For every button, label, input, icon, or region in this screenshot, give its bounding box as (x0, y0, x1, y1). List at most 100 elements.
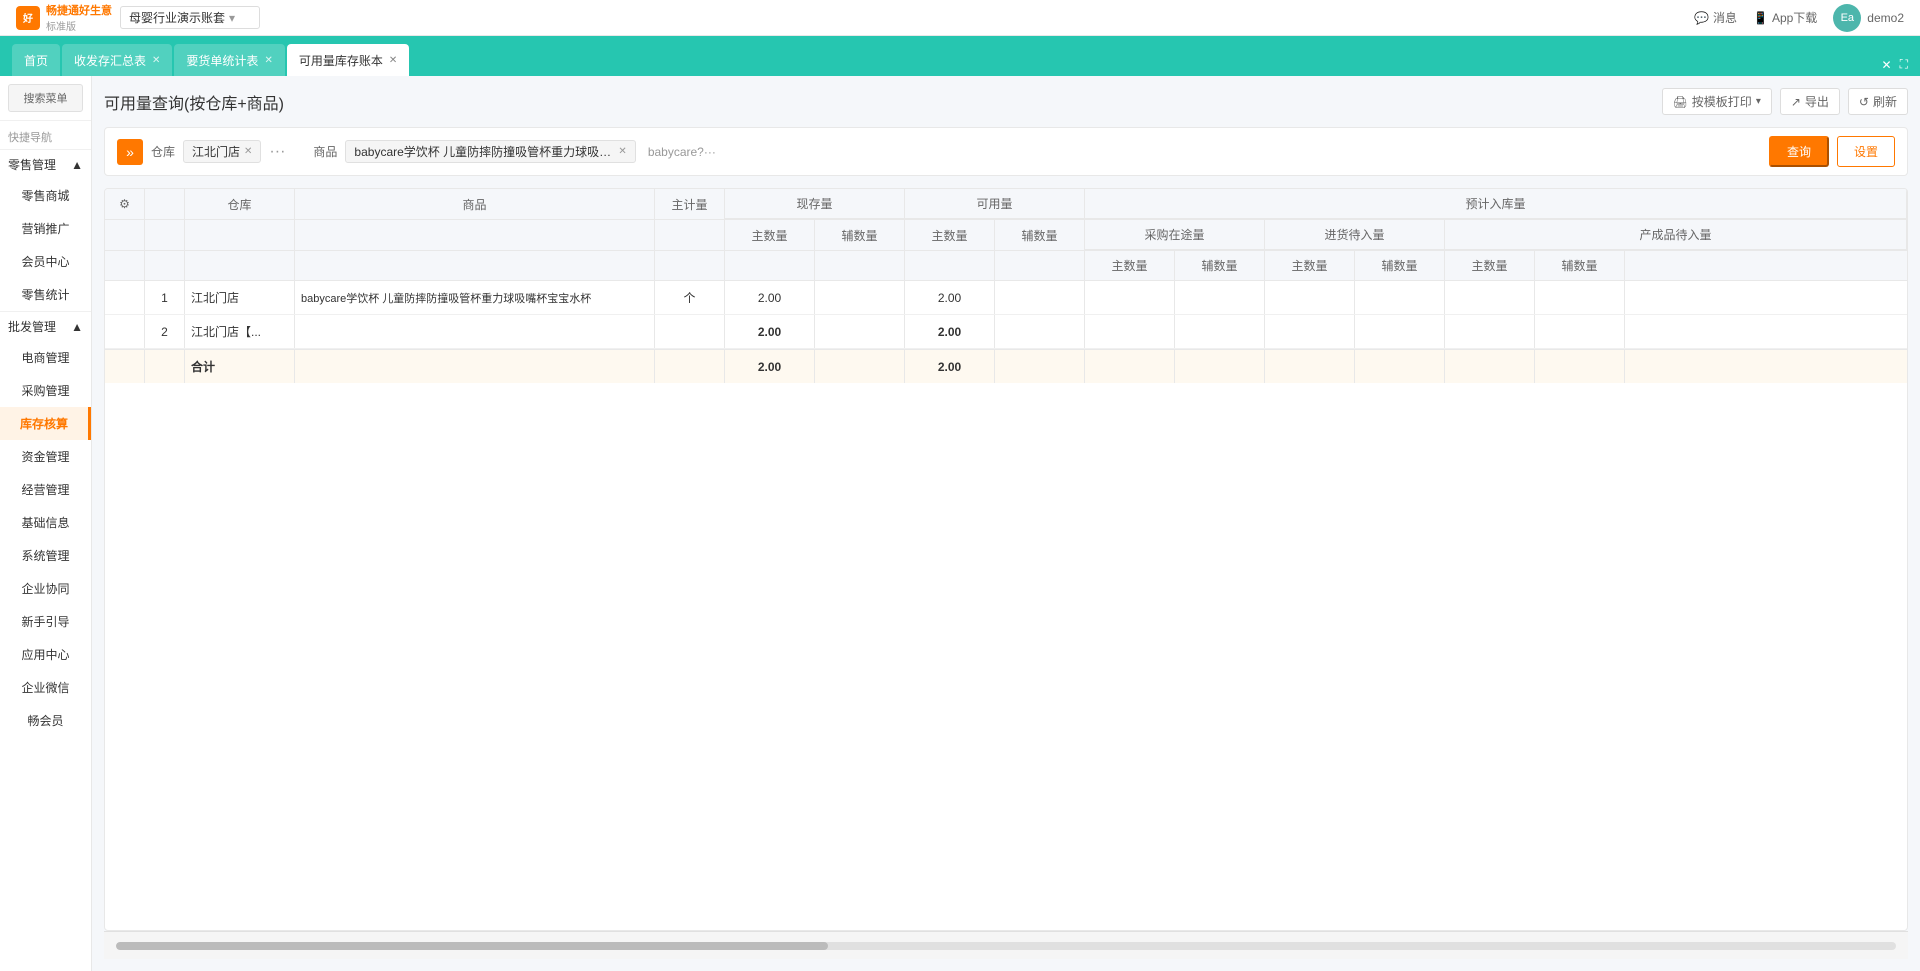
tab-summary-close[interactable]: ✕ (152, 55, 160, 66)
td-produced-main-1 (1445, 281, 1535, 314)
tab-home-label: 首页 (24, 52, 48, 69)
page-title: 可用量查询(按仓库+商品) (104, 90, 284, 114)
warehouse-filter-label: 仓库 (151, 143, 175, 160)
close-all-icon[interactable]: ✕ (1882, 58, 1892, 72)
td-stock-aux-1 (815, 281, 905, 314)
td-stock-aux-2 (815, 315, 905, 348)
sidebar-item-system[interactable]: 系统管理 (0, 539, 91, 572)
th-unit-leaf (655, 251, 725, 280)
sidebar-group-retail[interactable]: 零售管理 ▲ (0, 149, 91, 179)
warehouse-filter-close[interactable]: ✕ (244, 146, 252, 157)
th-incoming-aux-leaf: 辅数量 (1355, 251, 1445, 280)
tab-order-stats[interactable]: 要货单统计表 ✕ (174, 44, 284, 76)
quick-nav-label[interactable]: 快捷导航 (0, 121, 91, 149)
tab-order-stats-close[interactable]: ✕ (264, 55, 272, 66)
td-total-idx (145, 350, 185, 383)
td-incoming-aux-2 (1355, 315, 1445, 348)
warehouse-filter-tag[interactable]: 江北门店 ✕ (183, 140, 261, 163)
td-avail-main-1: 2.00 (905, 281, 995, 314)
horizontal-scrollbar[interactable] (116, 942, 1896, 950)
sidebar-item-member-plus[interactable]: 畅会员 (0, 704, 91, 737)
td-avail-aux-1 (995, 281, 1085, 314)
tab-home[interactable]: 首页 (12, 44, 60, 76)
org-selector[interactable]: 母婴行业演示账套 ▾ (120, 6, 260, 29)
td-avail-main-2: 2.00 (905, 315, 995, 348)
product-filter-value: babycare学饮杯 儿童防摔防撞吸管杯重力球吸嘴杯宝宝水杯 (354, 143, 614, 160)
sidebar-search-area: 搜索菜单 (0, 76, 91, 121)
th-unit-empty (655, 220, 725, 250)
th-avail-aux-label: 辅数量 (995, 220, 1085, 250)
user-name: demo2 (1867, 11, 1904, 25)
sidebar-item-retail-mall[interactable]: 零售商城 (0, 179, 91, 212)
td-total-incoming-aux (1355, 350, 1445, 383)
td-purchase-aux-2 (1175, 315, 1265, 348)
th-purchase-aux-leaf: 辅数量 (1175, 251, 1265, 280)
td-total-product (295, 350, 655, 383)
sidebar-item-newbie[interactable]: 新手引导 (0, 605, 91, 638)
td-produced-aux-2 (1535, 315, 1625, 348)
sidebar-item-ecommerce[interactable]: 电商管理 (0, 341, 91, 374)
td-idx-1: 1 (145, 281, 185, 314)
td-warehouse-1: 江北门店 (185, 281, 295, 314)
tab-available-stock[interactable]: 可用量库存账本 ✕ (287, 44, 409, 76)
product-filter-close[interactable]: ✕ (618, 146, 626, 157)
user-area[interactable]: Ea demo2 (1833, 4, 1904, 32)
sidebar-item-operations[interactable]: 经营管理 (0, 473, 91, 506)
table-header-top: ⚙ 仓库 商品 主计量 现存量 可用量 预计入库量 (105, 189, 1907, 220)
filter-toggle-button[interactable]: » (117, 139, 143, 165)
table-header-mid: 主数量 辅数量 主数量 辅数量 采购在途量 进货待入量 产成品待入量 (105, 220, 1907, 251)
td-total-label: 合计 (185, 350, 295, 383)
message-button[interactable]: 💬 消息 (1694, 9, 1737, 26)
settings-button[interactable]: 设置 (1837, 136, 1895, 167)
footer-bar (104, 931, 1908, 959)
sidebar-item-finance[interactable]: 资金管理 (0, 440, 91, 473)
sidebar-item-members[interactable]: 会员中心 (0, 245, 91, 278)
data-table: ⚙ 仓库 商品 主计量 现存量 可用量 预计入库量 主数量 辅数量 主数量 辅数… (104, 188, 1908, 931)
app-download-label: App下载 (1772, 9, 1817, 26)
td-produced-main-2 (1445, 315, 1535, 348)
th-produced-group: 产成品待入量 (1445, 220, 1907, 250)
th-stock-aux-label: 辅数量 (815, 220, 905, 250)
warehouse-more-button[interactable]: ··· (269, 143, 285, 161)
page-title-actions: 🖨 按模板打印 ▾ ↗ 导出 ↺ 刷新 (1662, 88, 1908, 115)
sidebar-item-enterprise-wechat[interactable]: 企业微信 (0, 671, 91, 704)
expand-icon[interactable]: ⛶ (1900, 57, 1908, 72)
product-filter-tag[interactable]: babycare学饮杯 儿童防摔防撞吸管杯重力球吸嘴杯宝宝水杯 ✕ (345, 140, 635, 163)
tab-summary[interactable]: 收发存汇总表 ✕ (62, 44, 172, 76)
refresh-button[interactable]: ↺ 刷新 (1848, 88, 1908, 115)
th-idx-empty (145, 220, 185, 250)
sidebar-item-basic-info[interactable]: 基础信息 (0, 506, 91, 539)
th-settings-empty (105, 220, 145, 250)
sidebar-item-app-center[interactable]: 应用中心 (0, 638, 91, 671)
app-download-button[interactable]: 📱 App下载 (1753, 9, 1817, 26)
print-template-button[interactable]: 🖨 按模板打印 ▾ (1662, 88, 1772, 115)
filter-bar: » 仓库 江北门店 ✕ ··· 商品 babycare学饮杯 儿童防摔防撞吸管杯… (104, 127, 1908, 176)
td-incoming-aux-1 (1355, 281, 1445, 314)
sidebar-item-retail-stats[interactable]: 零售统计 (0, 278, 91, 311)
th-warehouse-span: 仓库 (185, 189, 295, 219)
td-unit-1: 个 (655, 281, 725, 314)
search-menu-button[interactable]: 搜索菜单 (8, 84, 83, 112)
th-product-span: 商品 (295, 189, 655, 219)
th-unit-span: 主计量 (655, 189, 725, 219)
tab-available-stock-close[interactable]: ✕ (389, 55, 397, 66)
export-icon: ↗ (1791, 95, 1801, 109)
avatar: Ea (1833, 4, 1861, 32)
td-total-produced-main (1445, 350, 1535, 383)
td-product-1: babycare学饮杯 儿童防摔防撞吸管杯重力球吸嘴杯宝宝水杯 (295, 281, 655, 314)
sidebar-item-marketing[interactable]: 营销推广 (0, 212, 91, 245)
message-icon: 💬 (1694, 11, 1709, 25)
td-total-stock-aux (815, 350, 905, 383)
sidebar-item-purchase[interactable]: 采购管理 (0, 374, 91, 407)
query-button[interactable]: 查询 (1769, 136, 1829, 167)
table-row: 1 江北门店 babycare学饮杯 儿童防摔防撞吸管杯重力球吸嘴杯宝宝水杯 个… (105, 281, 1907, 315)
product-more-tag[interactable]: babycare?··· (648, 145, 716, 159)
export-button[interactable]: ↗ 导出 (1780, 88, 1840, 115)
th-idx-leaf (145, 251, 185, 280)
th-stock-main-label: 主数量 (725, 220, 815, 250)
sidebar-item-enterprise[interactable]: 企业协同 (0, 572, 91, 605)
sidebar-item-inventory[interactable]: 库存核算 (0, 407, 91, 440)
sidebar-group-wholesale[interactable]: 批发管理 ▲ (0, 311, 91, 341)
main-layout: 搜索菜单 快捷导航 零售管理 ▲ 零售商城 营销推广 会员中心 零售统计 批发管… (0, 76, 1920, 971)
td-incoming-main-2 (1265, 315, 1355, 348)
